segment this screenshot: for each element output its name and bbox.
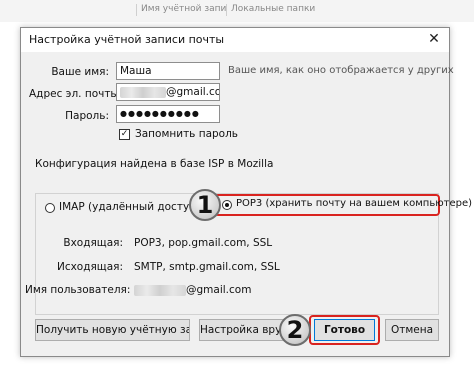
done-button[interactable]: Готово: [314, 319, 375, 341]
dialog-title: Настройка учётной записи почты: [29, 33, 225, 46]
password-label: Пароль:: [65, 110, 109, 122]
config-found-text: Конфигурация найдена в базе ISP в Mozill…: [35, 158, 274, 170]
manual-config-button[interactable]: Настройка вручн: [199, 319, 285, 341]
outgoing-value: SMTP, smtp.gmail.com, SSL: [134, 261, 280, 273]
imap-label: IMAP (удалённый доступ к па: [59, 201, 207, 213]
close-icon[interactable]: ✕: [425, 30, 443, 48]
pop3-radio[interactable]: [222, 200, 232, 210]
email-input[interactable]: @gmail.com: [116, 83, 220, 101]
redacted-email-user: [120, 86, 166, 98]
background-table-header: Имя учётной записи Локальные папки: [0, 0, 474, 22]
cancel-button[interactable]: Отмена: [385, 319, 439, 341]
outgoing-label: Исходящая:: [56, 261, 123, 273]
account-setup-dialog: Настройка учётной записи почты ✕ Ваше им…: [20, 27, 472, 357]
username-label: Имя пользователя:: [25, 284, 131, 296]
username-value: @gmail.com: [134, 284, 251, 296]
step-2-badge: 2: [279, 314, 311, 346]
background-column-local-folders: Локальные папки: [226, 4, 315, 16]
name-hint: Ваше имя, как оно отображается у других: [228, 65, 454, 76]
incoming-label: Входящая:: [63, 237, 123, 249]
name-input[interactable]: Маша: [116, 62, 220, 80]
name-label: Ваше имя:: [51, 66, 109, 78]
step-1-badge: 1: [189, 189, 221, 221]
background-column-account: Имя учётной записи: [136, 4, 227, 16]
get-new-account-button[interactable]: Получить новую учётную запись: [35, 319, 190, 341]
email-domain: @gmail.com: [166, 86, 219, 98]
dialog-titlebar: Настройка учётной записи почты ✕: [21, 28, 449, 52]
imap-radio[interactable]: [45, 203, 55, 213]
username-domain: @gmail.com: [186, 284, 252, 296]
email-label: Адрес эл. почты:: [29, 88, 123, 100]
incoming-value: POP3, pop.gmail.com, SSL: [134, 237, 273, 249]
remember-password-label: Запомнить пароль: [135, 128, 238, 140]
pop3-label: POP3 (хранить почту на вашем компьютере): [236, 198, 473, 209]
password-input[interactable]: ●●●●●●●●●●: [116, 105, 220, 123]
remember-password-checkbox[interactable]: ✓: [119, 129, 130, 140]
redacted-username: [134, 284, 186, 296]
